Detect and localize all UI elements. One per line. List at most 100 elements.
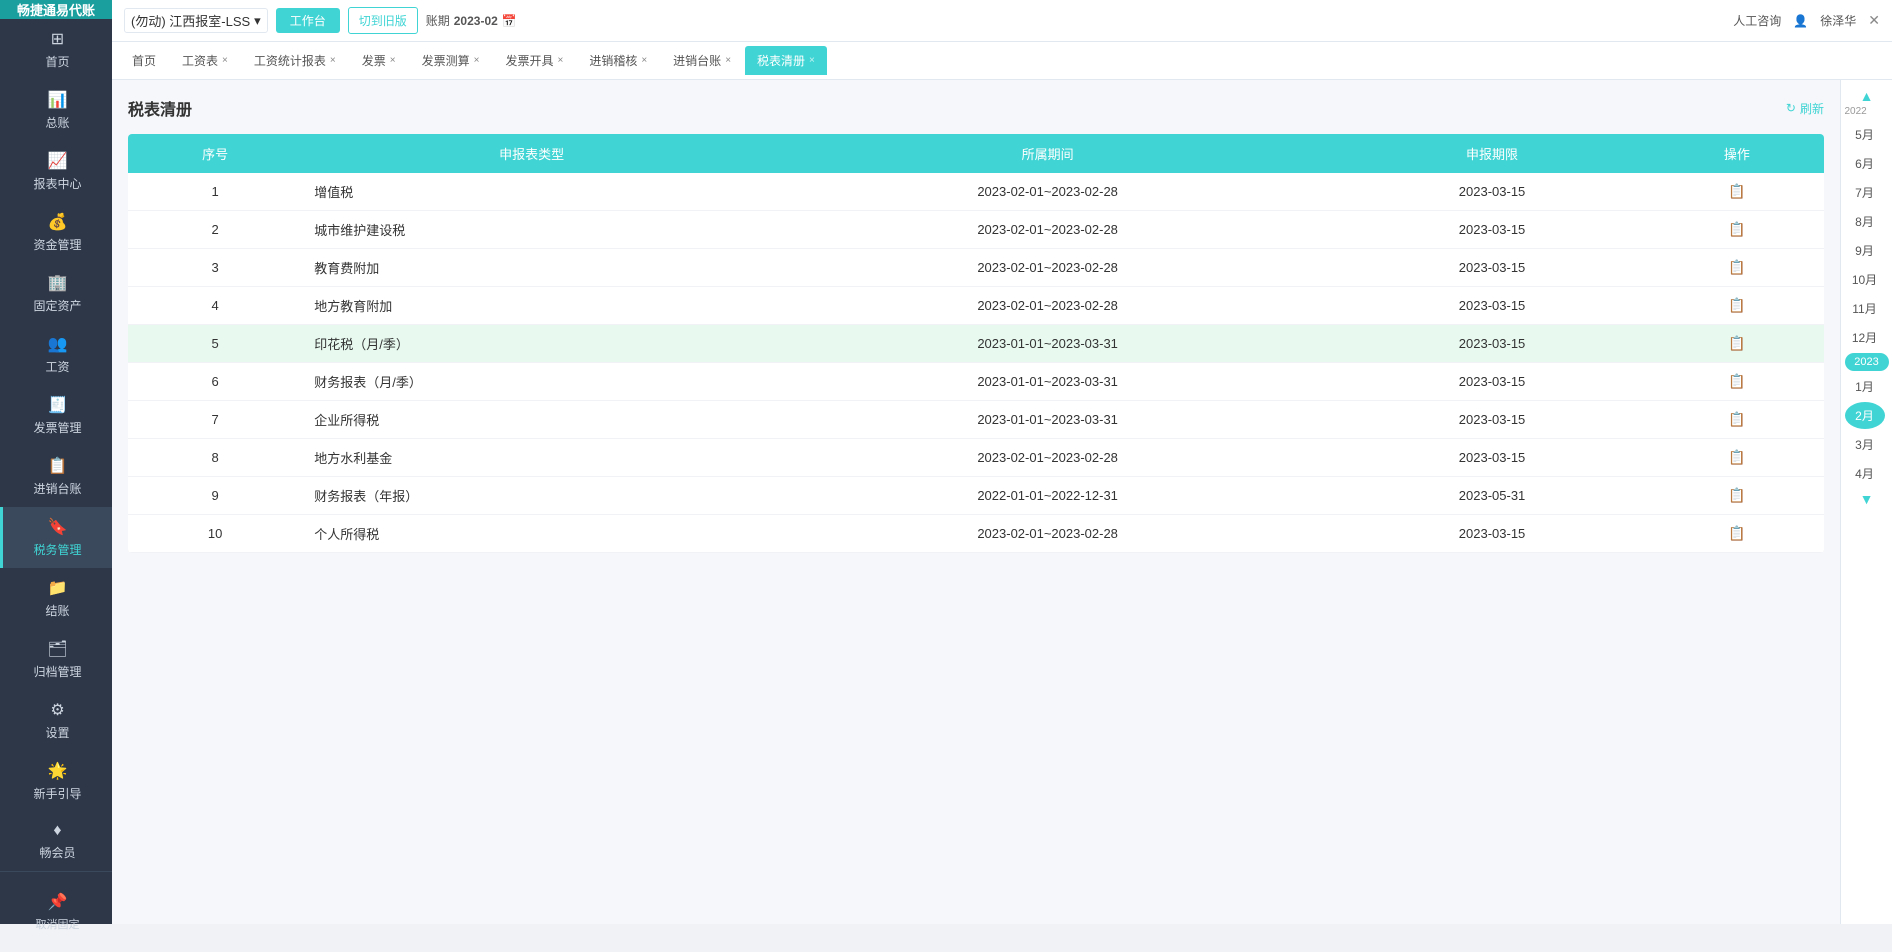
calendar-icon[interactable]: 📅 <box>502 14 517 28</box>
action-icon[interactable]: 📋 <box>1728 335 1745 351</box>
sidebar-item-fixed-assets[interactable]: 🏢 固定资产 <box>0 263 112 324</box>
cell-type: 财务报表（年报） <box>302 477 761 515</box>
closing-icon: 📁 <box>48 578 68 598</box>
sidebar-item-guide[interactable]: 🌟 新手引导 <box>0 751 112 812</box>
sidebar-item-ledger[interactable]: 📊 总账 <box>0 80 112 141</box>
cell-deadline: 2023-03-15 <box>1334 211 1649 249</box>
cell-deadline: 2023-03-15 <box>1334 439 1649 477</box>
topbar: (勿动) 江西报室-LSS ▾ 工作台 切到旧版 账期 2023-02 📅 人工… <box>112 0 1892 42</box>
cell-no: 2 <box>128 211 302 249</box>
topbar-close-icon[interactable]: ✕ <box>1868 12 1880 29</box>
action-icon[interactable]: 📋 <box>1728 487 1745 503</box>
sidebar-label-archive: 归档管理 <box>33 663 81 680</box>
cell-action[interactable]: 📋 <box>1650 515 1824 553</box>
scroll-down-button[interactable]: ▼ <box>1853 489 1881 509</box>
tab-invoice-check[interactable]: 发票测算× <box>410 46 492 75</box>
sidebar-item-invoice-mgmt[interactable]: 🧾 发票管理 <box>0 385 112 446</box>
sidebar-item-payroll[interactable]: 👥 工资 <box>0 324 112 385</box>
sidebar-label-invoice-mgmt: 发票管理 <box>33 419 81 436</box>
tab-purchase-check[interactable]: 进销稽核× <box>577 46 659 75</box>
tab-close-payroll[interactable]: × <box>222 55 228 66</box>
cell-no: 3 <box>128 249 302 287</box>
month-2022-12月[interactable]: 12月 <box>1845 324 1885 351</box>
tab-close-purchase-ledger[interactable]: × <box>725 55 731 66</box>
tab-label-tax-list: 税表清册 <box>757 52 805 69</box>
tab-tax-list[interactable]: 税表清册 × <box>745 46 827 75</box>
company-selector[interactable]: (勿动) 江西报室-LSS ▾ <box>124 8 268 33</box>
sidebar-item-home[interactable]: ⊞ 首页 <box>0 19 112 80</box>
username-label: 徐泽华 <box>1820 12 1856 29</box>
cell-action[interactable]: 📋 <box>1650 401 1824 439</box>
tab-close-invoice[interactable]: × <box>390 55 396 66</box>
cell-period: 2023-01-01~2023-03-31 <box>761 363 1334 401</box>
cell-action[interactable]: 📋 <box>1650 363 1824 401</box>
scroll-up-button[interactable]: ▲ <box>1853 86 1881 106</box>
tab-close-invoice-open[interactable]: × <box>557 55 563 66</box>
cell-deadline: 2023-03-15 <box>1334 173 1649 211</box>
reports-icon: 📈 <box>48 151 68 171</box>
action-icon[interactable]: 📋 <box>1728 183 1745 199</box>
sidebar: 畅捷通易代账 ⊞ 首页 📊 总账 📈 报表中心 💰 资金管理 🏢 固定资产 👥 … <box>0 0 112 924</box>
cell-type: 印花税（月/季） <box>302 325 761 363</box>
month-2023-4月[interactable]: 4月 <box>1845 460 1885 487</box>
cell-no: 4 <box>128 287 302 325</box>
month-2022-7月[interactable]: 7月 <box>1845 179 1885 206</box>
sidebar-label-closing: 结账 <box>45 602 69 619</box>
cell-action[interactable]: 📋 <box>1650 325 1824 363</box>
action-icon[interactable]: 📋 <box>1728 297 1745 313</box>
month-active-2023-02[interactable]: 2月 <box>1845 402 1885 429</box>
month-2022-9月[interactable]: 9月 <box>1845 237 1885 264</box>
action-icon[interactable]: 📋 <box>1728 259 1745 275</box>
switch-old-button[interactable]: 切到旧版 <box>348 7 418 34</box>
cell-type: 地方教育附加 <box>302 287 761 325</box>
cell-action[interactable]: 📋 <box>1650 439 1824 477</box>
cell-deadline: 2023-03-15 <box>1334 515 1649 553</box>
tab-close-payroll-stats[interactable]: × <box>330 55 336 66</box>
month-2022-6月[interactable]: 6月 <box>1845 150 1885 177</box>
cell-action[interactable]: 📋 <box>1650 173 1824 211</box>
sidebar-item-vip[interactable]: ♦ 畅会员 <box>0 812 112 871</box>
action-icon[interactable]: 📋 <box>1728 525 1745 541</box>
cell-type: 地方水利基金 <box>302 439 761 477</box>
sidebar-item-purchase[interactable]: 📋 进销台账 <box>0 446 112 507</box>
sidebar-label-settings: 设置 <box>45 724 69 741</box>
month-2023-3月[interactable]: 3月 <box>1845 431 1885 458</box>
action-icon[interactable]: 📋 <box>1728 373 1745 389</box>
action-icon[interactable]: 📋 <box>1728 411 1745 427</box>
refresh-button[interactable]: ↻ 刷新 <box>1786 100 1824 117</box>
month-2022-5月[interactable]: 5月 <box>1845 121 1885 148</box>
tab-purchase-ledger[interactable]: 进销台账× <box>661 46 743 75</box>
month-2022-10月[interactable]: 10月 <box>1845 266 1885 293</box>
col-header-所属期间: 所属期间 <box>761 134 1334 173</box>
month-2022-11月[interactable]: 11月 <box>1845 295 1885 322</box>
month-2023-1月[interactable]: 1月 <box>1845 373 1885 400</box>
sidebar-item-tax[interactable]: 🔖 税务管理 <box>0 507 112 568</box>
cell-action[interactable]: 📋 <box>1650 477 1824 515</box>
workspace-button[interactable]: 工作台 <box>276 8 340 33</box>
tab-close-purchase-check[interactable]: × <box>641 55 647 66</box>
cell-action[interactable]: 📋 <box>1650 287 1824 325</box>
unpin-button[interactable]: 📌 取消固定 <box>0 882 112 942</box>
month-2022-8月[interactable]: 8月 <box>1845 208 1885 235</box>
year-2023-badge: 2023 <box>1845 353 1889 371</box>
sidebar-item-reports[interactable]: 📈 报表中心 <box>0 141 112 202</box>
cell-deadline: 2023-05-31 <box>1334 477 1649 515</box>
human-consult-link[interactable]: 人工咨询 <box>1733 12 1781 29</box>
action-icon[interactable]: 📋 <box>1728 449 1745 465</box>
sidebar-label-payroll: 工资 <box>45 358 69 375</box>
sidebar-item-funds[interactable]: 💰 资金管理 <box>0 202 112 263</box>
sidebar-label-vip: 畅会员 <box>39 844 75 861</box>
tab-close-invoice-check[interactable]: × <box>474 55 480 66</box>
tab-close-tax-list[interactable]: × <box>809 55 815 66</box>
tab-invoice-open[interactable]: 发票开具× <box>493 46 575 75</box>
tab-home[interactable]: 首页 <box>120 46 168 75</box>
tab-payroll-stats[interactable]: 工资统计报表× <box>242 46 348 75</box>
sidebar-item-settings[interactable]: ⚙ 设置 <box>0 690 112 751</box>
action-icon[interactable]: 📋 <box>1728 221 1745 237</box>
tab-payroll[interactable]: 工资表× <box>170 46 240 75</box>
sidebar-item-archive[interactable]: 🗂 归档管理 <box>0 629 112 690</box>
cell-action[interactable]: 📋 <box>1650 249 1824 287</box>
sidebar-item-closing[interactable]: 📁 结账 <box>0 568 112 629</box>
cell-action[interactable]: 📋 <box>1650 211 1824 249</box>
tab-invoice[interactable]: 发票× <box>350 46 408 75</box>
